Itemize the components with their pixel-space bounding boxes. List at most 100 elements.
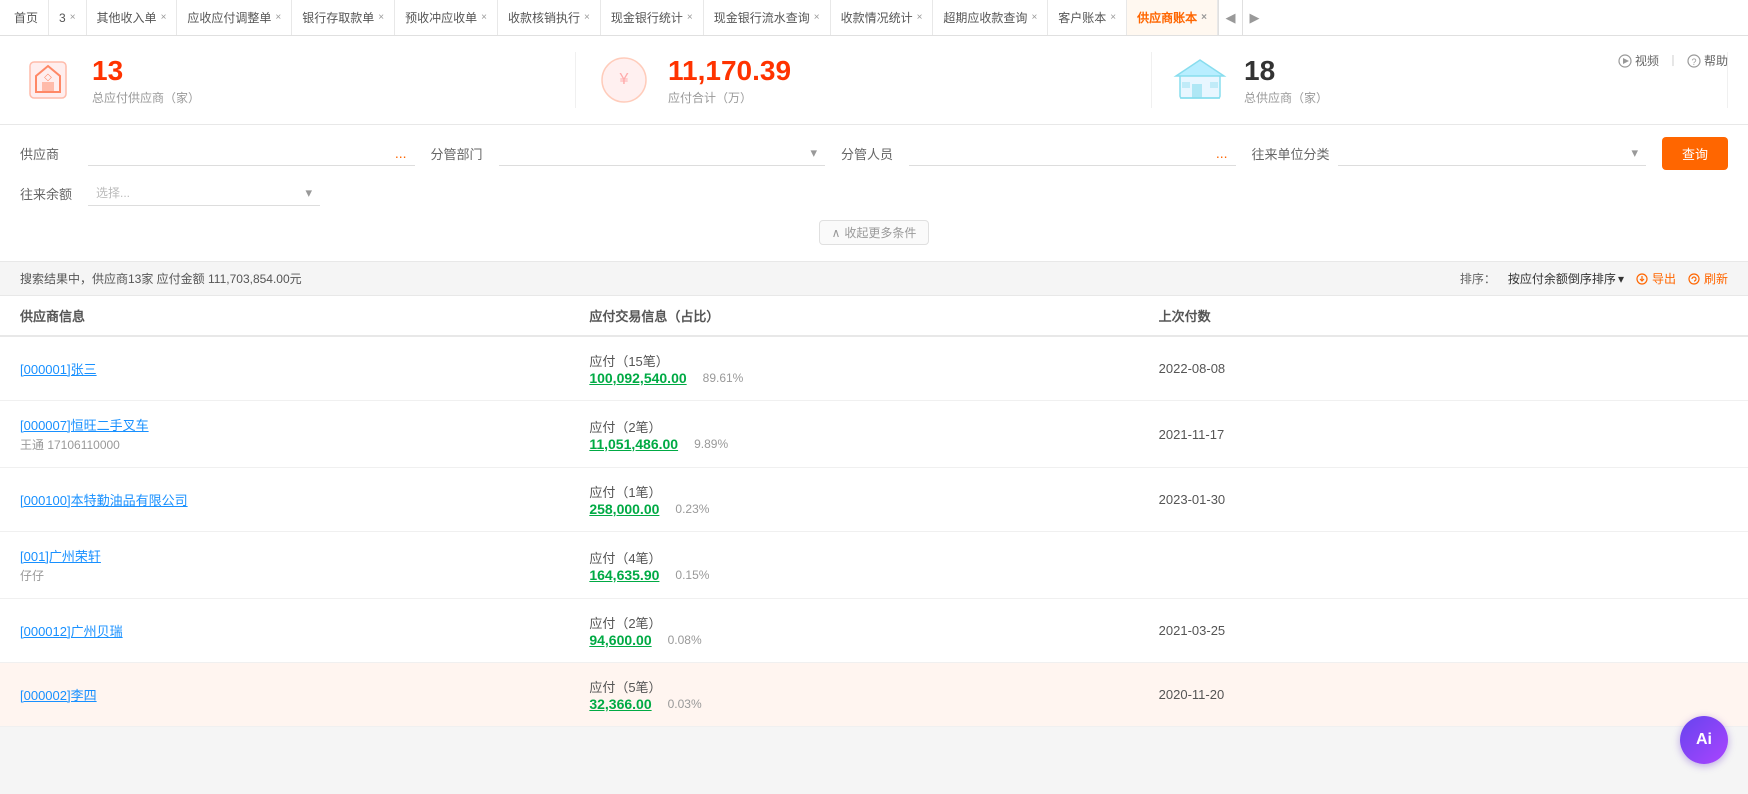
tx-label-1: 应付（2笔） xyxy=(589,417,1158,436)
help-link[interactable]: ? 帮助 xyxy=(1687,52,1728,69)
nav-tab-adjust[interactable]: 应收应付调整单 × xyxy=(177,0,292,36)
tx-amount-5[interactable]: 32,366.00 xyxy=(589,696,651,712)
col-header-lastpay: 上次付数 xyxy=(1159,306,1728,325)
balance-select[interactable]: 选择... ▾ xyxy=(88,180,320,206)
nav-tab-bank-label: 银行存取款单 xyxy=(302,9,374,26)
collapse-button[interactable]: ∧ 收起更多条件 xyxy=(819,220,930,245)
ai-button[interactable]: Ai xyxy=(1680,716,1728,764)
close-icon[interactable]: × xyxy=(917,12,923,23)
nav-tab-custbook-label: 客户账本 xyxy=(1058,9,1106,26)
nav-tab-cashflow-label: 现金银行流水查询 xyxy=(714,9,810,26)
nav-tab-income[interactable]: 其他收入单 × xyxy=(87,0,178,36)
nav-tab-supplierbook[interactable]: 供应商账本 × xyxy=(1127,0,1218,36)
last-pay-5: 2020-11-20 xyxy=(1159,687,1728,702)
nav-tab-cashflow[interactable]: 现金银行流水查询 × xyxy=(704,0,831,36)
collapse-label: 收起更多条件 xyxy=(844,224,916,241)
tx-amount-0[interactable]: 100,092,540.00 xyxy=(589,370,686,386)
filter-balance: 往来余额 选择... ▾ xyxy=(20,180,320,206)
table-row: [000002]李四 应付（5笔） 32,366.00 0.03% 2020-1… xyxy=(0,663,1748,727)
nav-tab-cashstat[interactable]: 现金银行统计 × xyxy=(601,0,704,36)
transaction-info-4: 应付（2笔） 94,600.00 0.08% xyxy=(589,613,1158,648)
transaction-info-0: 应付（15笔） 100,092,540.00 89.61% xyxy=(589,351,1158,386)
tx-pct-5: 0.03% xyxy=(668,697,702,711)
last-pay-0: 2022-08-08 xyxy=(1159,361,1728,376)
tx-amount-2[interactable]: 258,000.00 xyxy=(589,501,659,517)
card1-number: 13 xyxy=(92,54,555,88)
chevron-down-icon: ▾ xyxy=(305,185,312,201)
transaction-info-5: 应付（5笔） 32,366.00 0.03% xyxy=(589,677,1158,712)
person-dots-icon[interactable]: ... xyxy=(1216,145,1228,161)
nav-tab-custbook[interactable]: 客户账本 × xyxy=(1048,0,1127,36)
category-select[interactable]: ▾ xyxy=(1338,141,1646,166)
close-icon[interactable]: × xyxy=(814,12,820,23)
close-icon[interactable]: × xyxy=(687,12,693,23)
tx-amount-1[interactable]: 11,051,486.00 xyxy=(589,436,678,452)
card2-label: 应付合计（万） xyxy=(668,89,1131,106)
close-icon[interactable]: × xyxy=(275,12,281,23)
nav-tab-collectstat[interactable]: 收款情况统计 × xyxy=(831,0,934,36)
tx-amount-4[interactable]: 94,600.00 xyxy=(589,632,651,648)
supplier-info-3: [001]广州荣轩 仔仔 xyxy=(20,546,589,584)
sort-select[interactable]: 按应付余额倒序排序 ▾ xyxy=(1508,270,1624,287)
export-label: 导出 xyxy=(1652,270,1676,287)
close-icon[interactable]: × xyxy=(378,12,384,23)
close-icon[interactable]: × xyxy=(161,12,167,23)
tx-pct-3: 0.15% xyxy=(675,568,709,582)
nav-tab-collectstat-label: 收款情况统计 xyxy=(841,9,913,26)
amount-icon: ¥ xyxy=(596,52,652,108)
tx-label-5: 应付（5笔） xyxy=(589,677,1158,696)
shop-icon xyxy=(1172,52,1228,108)
tx-label-3: 应付（4笔） xyxy=(589,548,1158,567)
dept-label: 分管部门 xyxy=(431,144,491,163)
card3-label: 总供应商（家） xyxy=(1244,89,1707,106)
supplier-dots-icon[interactable]: ... xyxy=(395,145,407,161)
tx-amount-3[interactable]: 164,635.90 xyxy=(589,567,659,583)
nav-tab-3[interactable]: 3 × xyxy=(49,0,87,36)
sort-chevron-icon: ▾ xyxy=(1618,272,1624,286)
dept-select[interactable]: ▾ xyxy=(499,141,826,166)
supplier-link-5[interactable]: [000002]李四 xyxy=(20,685,589,704)
supplier-link-1[interactable]: [000007]恒旺二手叉车 xyxy=(20,415,589,434)
nav-arrow-left[interactable]: ◀ xyxy=(1218,0,1242,36)
results-right: 排序： 按应付余额倒序排序 ▾ 导出 刷新 xyxy=(1460,270,1728,287)
supplier-link-2[interactable]: [000100]本特勤油品有限公司 xyxy=(20,490,589,509)
supplier-icon: ◇ xyxy=(20,52,76,108)
close-icon[interactable]: × xyxy=(1110,12,1116,23)
last-pay-1: 2021-11-17 xyxy=(1159,427,1728,442)
close-icon[interactable]: × xyxy=(481,12,487,23)
nav-tab-overdue[interactable]: 超期应收款查询 × xyxy=(933,0,1048,36)
collapse-icon: ∧ xyxy=(832,226,841,240)
export-button[interactable]: 导出 xyxy=(1636,270,1676,287)
filter-row-1: 供应商 ... 分管部门 ▾ 分管人员 ... 往来单位分类 xyxy=(20,137,1728,170)
video-link[interactable]: 视频 xyxy=(1618,52,1659,69)
results-bar: 搜索结果中，供应商13家 应付金额 111,703,854.00元 排序： 按应… xyxy=(0,262,1748,296)
filter-dept: 分管部门 ▾ xyxy=(431,141,826,166)
query-button[interactable]: 查询 xyxy=(1662,137,1728,170)
supplier-info-2: [000100]本特勤油品有限公司 xyxy=(20,490,589,509)
nav-tab-home[interactable]: 首页 xyxy=(4,0,49,36)
last-pay-4: 2021-03-25 xyxy=(1159,623,1728,638)
close-icon[interactable]: × xyxy=(1201,12,1207,23)
nav-tab-bank[interactable]: 银行存取款单 × xyxy=(292,0,395,36)
collapse-bar: ∧ 收起更多条件 xyxy=(20,216,1728,253)
person-label: 分管人员 xyxy=(841,144,901,163)
supplier-link-3[interactable]: [001]广州荣轩 xyxy=(20,546,589,565)
tx-label-4: 应付（2笔） xyxy=(589,613,1158,632)
supplier-link-0[interactable]: [000001]张三 xyxy=(20,359,589,378)
close-icon[interactable]: × xyxy=(70,12,76,23)
close-icon[interactable]: × xyxy=(1031,12,1037,23)
refresh-button[interactable]: 刷新 xyxy=(1688,270,1728,287)
nav-tab-verify-label: 收款核销执行 xyxy=(508,9,580,26)
supplier-info-4: [000012]广州贝瑞 xyxy=(20,621,589,640)
close-icon[interactable]: × xyxy=(584,12,590,23)
nav-arrow-right[interactable]: ▶ xyxy=(1242,0,1266,36)
table-row: [000001]张三 应付（15笔） 100,092,540.00 89.61%… xyxy=(0,337,1748,401)
supplier-input[interactable]: ... xyxy=(88,141,415,166)
tx-label-2: 应付（1笔） xyxy=(589,482,1158,501)
results-summary-text: 搜索结果中，供应商13家 应付金额 111,703,854.00元 xyxy=(20,270,302,287)
person-input[interactable]: ... xyxy=(909,141,1236,166)
nav-tab-verify[interactable]: 收款核销执行 × xyxy=(498,0,601,36)
supplier-link-4[interactable]: [000012]广州贝瑞 xyxy=(20,621,589,640)
nav-tab-prepay[interactable]: 预收冲应收单 × xyxy=(395,0,498,36)
ai-button-container: Ai xyxy=(1680,716,1728,764)
